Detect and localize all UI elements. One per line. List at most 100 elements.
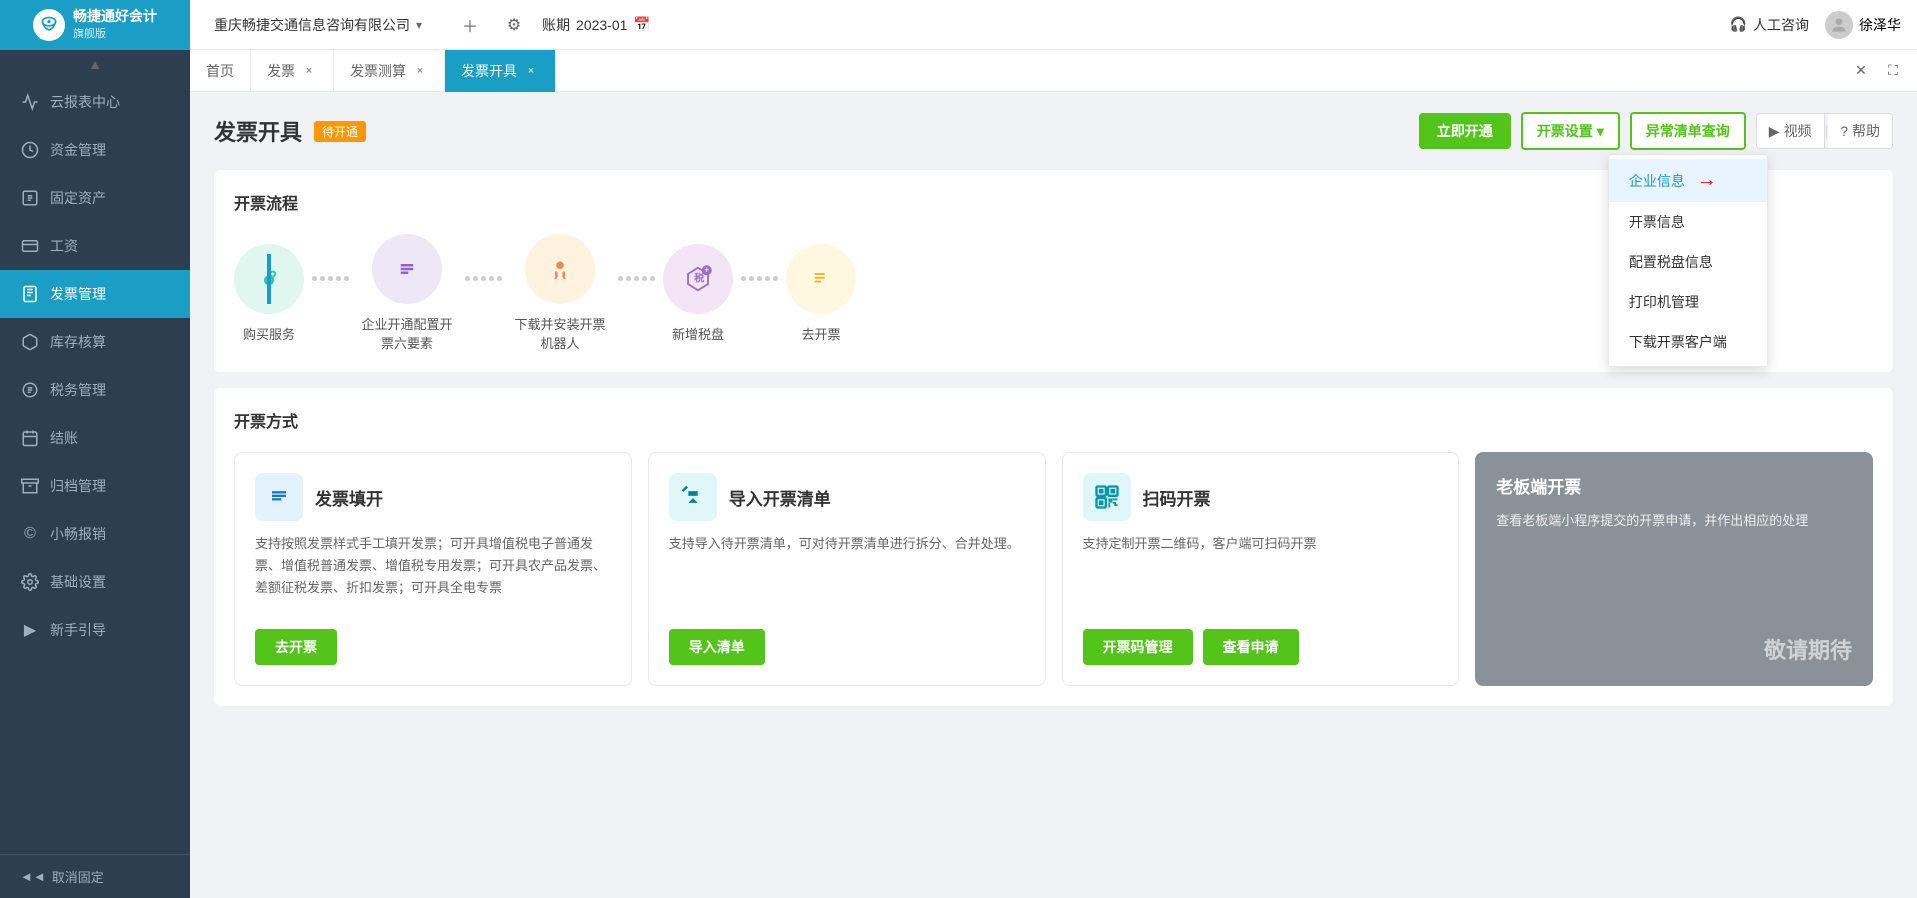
close-icon[interactable]: × — [412, 63, 428, 79]
tab-invoice-calc[interactable]: 发票测算 × — [334, 50, 445, 92]
closing-icon — [20, 428, 40, 448]
headset-icon: 🎧 — [1730, 16, 1747, 33]
close-icon[interactable]: × — [523, 63, 539, 79]
method-title-2: 导入开票清单 — [729, 485, 831, 510]
step-icon-2 — [372, 234, 442, 304]
sidebar-label: 结账 — [50, 428, 78, 448]
step-icon-4: 税 + — [663, 244, 733, 314]
sidebar-item-inventory[interactable]: 库存核算 — [0, 318, 190, 366]
help-button[interactable]: ? 帮助 — [1828, 114, 1892, 148]
flow-step-1: 购买服务 — [234, 244, 304, 343]
dropdown-item-invoice-info[interactable]: 开票信息 — [1609, 202, 1767, 242]
method-footer-2: 导入清单 — [669, 629, 1025, 665]
add-button[interactable]: ＋ — [454, 9, 486, 41]
sidebar-item-salary[interactable]: 工资 — [0, 222, 190, 270]
logo-icon — [33, 9, 65, 41]
sidebar-label: 工资 — [50, 236, 78, 256]
salary-icon — [20, 236, 40, 256]
close-tab-button[interactable]: ✕ — [1849, 59, 1873, 83]
method-header-4: 老板端开票 — [1496, 473, 1852, 498]
method-card-import: 导入开票清单 支持导入待开票清单，可对待开票清单进行拆分、合并处理。 导入清单 — [648, 452, 1046, 686]
sidebar-item-guide[interactable]: ▶ 新手引导 — [0, 606, 190, 654]
video-button[interactable]: ▶ 视频 — [1757, 114, 1825, 148]
flow-step-label-2: 企业开通配置开票六要素 — [357, 314, 457, 352]
tab-label: 发票开具 — [461, 61, 517, 81]
method-card-boss: 老板端开票 查看老板端小程序提交的开票申请，并作出相应的处理 敬请期待 — [1475, 452, 1873, 686]
sidebar-item-fixed-assets[interactable]: 固定资产 — [0, 174, 190, 222]
settings-sidebar-icon — [20, 572, 40, 592]
method-header-2: 导入开票清单 — [669, 473, 1025, 521]
guide-icon: ▶ — [20, 620, 40, 640]
logo-sub: 旗舰版 — [73, 25, 157, 41]
tab-invoice-issue[interactable]: 发票开具 × — [445, 50, 556, 92]
sidebar-label: 发票管理 — [50, 284, 106, 304]
connector-4 — [733, 276, 786, 311]
sidebar-item-invoice[interactable]: 发票管理 — [0, 270, 190, 318]
tab-bar: 首页 发票 × 发票测算 × 发票开具 × ✕ ⛶ — [190, 50, 1917, 92]
avatar — [1825, 11, 1853, 39]
archive-icon — [20, 476, 40, 496]
maximize-button[interactable]: ⛶ — [1881, 59, 1905, 83]
connector-2 — [457, 276, 510, 311]
dropdown-item-download-client[interactable]: 下载开票客户端 — [1609, 322, 1767, 362]
topbar-actions: ＋ ⚙ 账期 2023-01 📅 — [454, 9, 651, 41]
support-button[interactable]: 🎧 人工咨询 — [1730, 15, 1809, 35]
view-apply-button[interactable]: 查看申请 — [1203, 629, 1299, 665]
company-name: 重庆畅捷交通信息咨询有限公司 — [214, 15, 410, 35]
dropdown-item-company[interactable]: 企业信息 → — [1609, 159, 1767, 202]
user-info[interactable]: 徐泽华 — [1825, 11, 1901, 39]
activate-button[interactable]: 立即开通 — [1419, 113, 1511, 149]
tab-label: 发票测算 — [350, 61, 406, 81]
connector-3 — [610, 276, 663, 311]
tax-icon — [20, 380, 40, 400]
abnormal-button[interactable]: 异常清单查询 — [1630, 112, 1746, 150]
logo-text: 畅捷通好会计 — [73, 8, 157, 25]
method-card-scan: 扫码开票 支持定制开票二维码，客户端可扫码开票 开票码管理 查看申请 — [1062, 452, 1460, 686]
fill-invoice-button[interactable]: 去开票 — [255, 629, 337, 665]
import-list-button[interactable]: 导入清单 — [669, 629, 765, 665]
method-desc-4: 查看老板端小程序提交的开票申请，并作出相应的处理 — [1496, 510, 1852, 590]
sidebar-item-closing[interactable]: 结账 — [0, 414, 190, 462]
sidebar-item-funds[interactable]: 资金管理 — [0, 126, 190, 174]
svg-text:税: 税 — [694, 271, 704, 284]
question-icon: ? — [1840, 123, 1848, 139]
sidebar-item-expense[interactable]: © 小畅报销 — [0, 510, 190, 558]
method-desc-2: 支持导入待开票清单，可对待开票清单进行拆分、合并处理。 — [669, 533, 1025, 613]
logo-area: 畅捷通好会计 旗舰版 — [0, 0, 190, 50]
tab-invoice[interactable]: 发票 × — [251, 50, 334, 92]
company-selector[interactable]: 重庆畅捷交通信息咨询有限公司 ▾ — [206, 11, 430, 39]
settings-button-label: 开票设置 — [1537, 121, 1593, 141]
qr-manage-button[interactable]: 开票码管理 — [1083, 629, 1193, 665]
dropdown-item-tax-config[interactable]: 配置税盘信息 — [1609, 242, 1767, 282]
close-icon[interactable]: × — [301, 63, 317, 79]
sidebar-item-cloud-reports[interactable]: 云报表中心 — [0, 78, 190, 126]
method-title-4: 老板端开票 — [1496, 473, 1581, 498]
sidebar-label: 云报表中心 — [50, 92, 120, 112]
scroll-up-arrow[interactable]: ▲ — [0, 50, 190, 78]
play-icon: ▶ — [1769, 123, 1780, 140]
flow-step-label-5: 去开票 — [801, 324, 840, 343]
sidebar-cancel-fixed[interactable]: ◄◄ 取消固定 — [0, 854, 190, 898]
sidebar-item-archive[interactable]: 归档管理 — [0, 462, 190, 510]
sidebar-item-settings[interactable]: 基础设置 — [0, 558, 190, 606]
import-invoice-icon — [669, 473, 717, 521]
methods-section: 开票方式 — [214, 388, 1893, 706]
connector-1 — [304, 276, 357, 311]
settings-button[interactable]: 开票设置 ▾ — [1521, 112, 1620, 150]
sidebar-label: 新手引导 — [50, 620, 106, 640]
method-header-3: 扫码开票 — [1083, 473, 1439, 521]
period-info: 账期 2023-01 📅 — [542, 15, 651, 35]
user-name: 徐泽华 — [1859, 15, 1901, 35]
dropdown-item-printer[interactable]: 打印机管理 — [1609, 282, 1767, 322]
methods-grid: 发票填开 支持按照发票样式手工填开发票；可开具增值税电子普通发票、增值税普通发票… — [234, 452, 1873, 686]
sidebar-item-tax[interactable]: 税务管理 — [0, 366, 190, 414]
calendar-icon[interactable]: 📅 — [633, 16, 650, 33]
scan-invoice-icon — [1083, 473, 1131, 521]
tab-home[interactable]: 首页 — [190, 50, 251, 92]
main-layout: ▲ 云报表中心 资金管理 固定资产 — [0, 50, 1917, 898]
cloud-reports-icon — [20, 92, 40, 112]
method-desc-3: 支持定制开票二维码，客户端可扫码开票 — [1083, 533, 1439, 613]
page-title: 发票开具 — [214, 115, 302, 147]
settings-icon[interactable]: ⚙ — [498, 9, 530, 41]
step-icon-5 — [786, 244, 856, 314]
